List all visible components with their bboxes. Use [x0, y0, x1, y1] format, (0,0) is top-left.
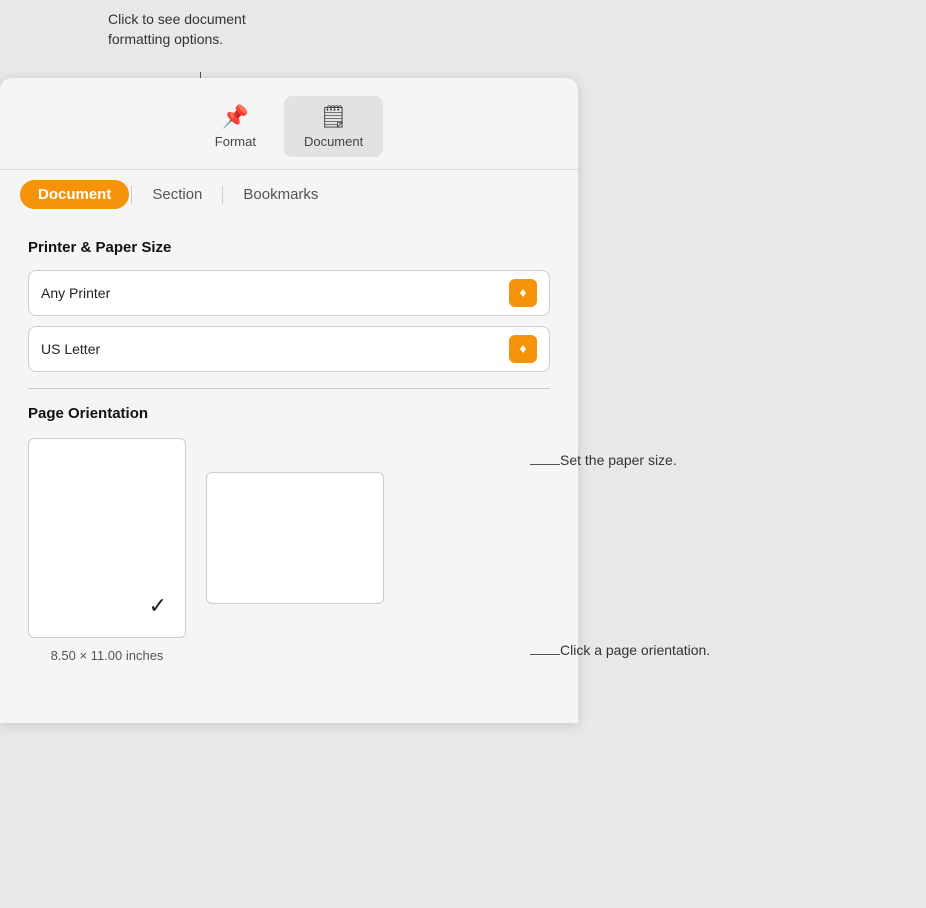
- printer-stepper[interactable]: [509, 279, 537, 307]
- portrait-orientation-card[interactable]: ✓: [28, 438, 186, 638]
- format-label: Format: [215, 134, 256, 149]
- tab-document[interactable]: Document: [20, 180, 129, 209]
- printer-dropdown[interactable]: Any Printer: [28, 270, 550, 316]
- paper-dropdown-value: US Letter: [41, 341, 509, 357]
- paper-annotation-line: [530, 464, 560, 465]
- segment-tabs: Document Section Bookmarks: [0, 170, 578, 219]
- format-tab-button[interactable]: 📌 Format: [195, 96, 276, 157]
- orientation-section-label: Page Orientation: [28, 405, 550, 422]
- section-divider: [28, 388, 550, 389]
- paper-dropdown[interactable]: US Letter: [28, 326, 550, 372]
- paper-size-annotation: Set the paper size.: [560, 452, 677, 468]
- tab-section[interactable]: Section: [134, 180, 220, 209]
- printer-dropdown-value: Any Printer: [41, 285, 509, 301]
- orientation-cards: ✓ 8.50 × 11.00 inches: [28, 438, 550, 663]
- document-tab-button[interactable]: 🗒 Document: [284, 96, 383, 157]
- orient-annotation: Click a page orientation.: [560, 642, 710, 658]
- format-icon: 📌: [222, 104, 249, 130]
- landscape-orientation-card[interactable]: [206, 472, 384, 604]
- toolbar: 📌 Format 🗒 Document: [0, 78, 578, 170]
- tab-divider-2: [222, 186, 223, 204]
- panel-content: Printer & Paper Size Any Printer US Lett…: [0, 219, 578, 683]
- portrait-checkmark: ✓: [149, 593, 167, 619]
- orient-annotation-line: [530, 654, 560, 655]
- document-panel: 📌 Format 🗒 Document Document Section Boo…: [0, 78, 578, 723]
- printer-section-label: Printer & Paper Size: [28, 239, 550, 256]
- tab-bookmarks[interactable]: Bookmarks: [225, 180, 336, 209]
- tab-divider-1: [131, 186, 132, 204]
- tooltip-text: Click to see document formatting options…: [108, 10, 288, 49]
- paper-stepper[interactable]: [509, 335, 537, 363]
- document-icon: 🗒: [320, 104, 348, 130]
- portrait-size-text: 8.50 × 11.00 inches: [28, 648, 186, 663]
- document-label: Document: [304, 134, 363, 149]
